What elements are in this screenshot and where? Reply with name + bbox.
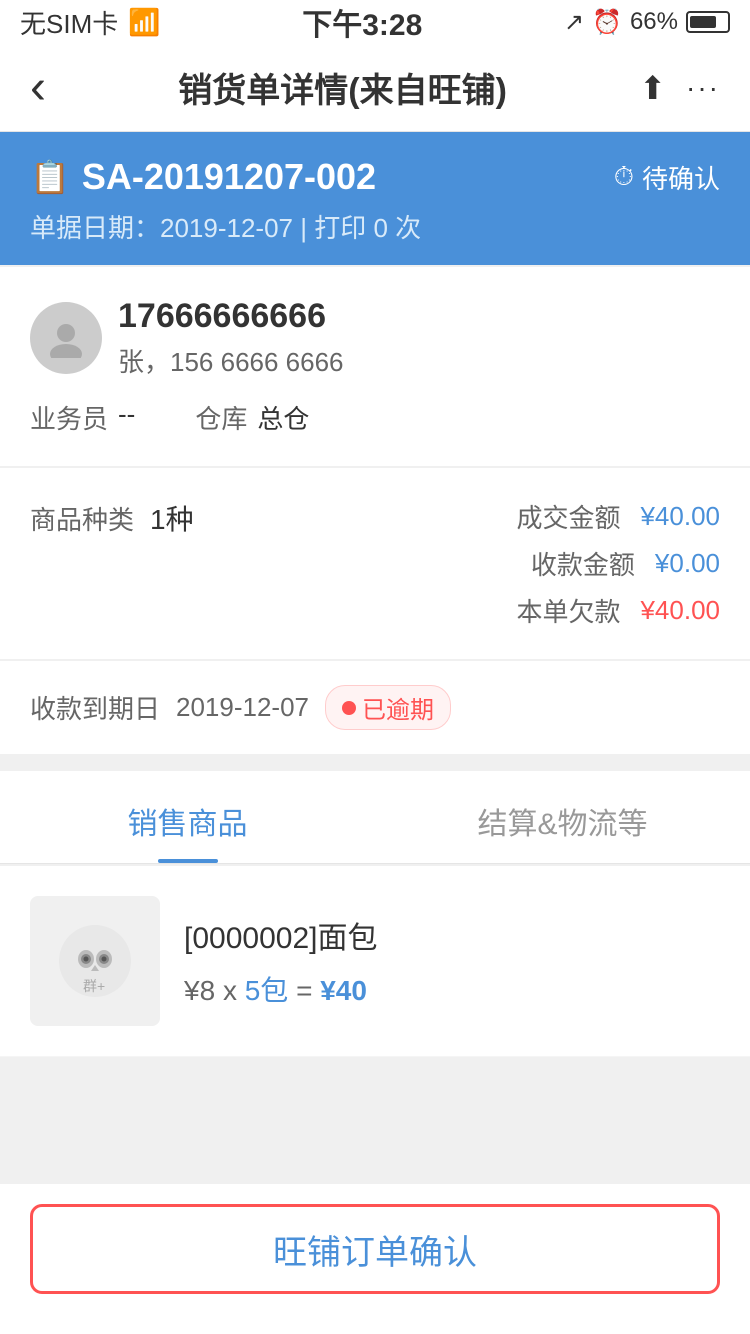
location-icon: ↗ [564, 8, 584, 37]
owed-value: ¥40.00 [640, 595, 720, 626]
tab-settlement-label: 结算&物流等 [477, 808, 647, 841]
back-button[interactable]: ‹ [30, 60, 46, 115]
multiply-icon: x [223, 975, 237, 1006]
product-item: 群+ [0000002]面包 ¥8 x 5包 = ¥40 [0, 866, 750, 1057]
tab-settlement[interactable]: 结算&物流等 [375, 771, 750, 863]
order-date-label: 单据日期： [30, 213, 160, 243]
product-section: 群+ [0000002]面包 ¥8 x 5包 = ¥40 [0, 866, 750, 1057]
bottom-bar: 旺铺订单确认 [0, 1184, 750, 1334]
order-id: 📋 SA-20191207-002 [30, 156, 376, 198]
overdue-dot-icon [342, 701, 356, 715]
battery-icon [686, 11, 730, 33]
summary-section: 商品种类 1种 成交金额 ¥40.00 收款金额 ¥0.00 本单欠款 ¥40.… [0, 468, 750, 659]
tabs-section: 销售商品 结算&物流等 [0, 771, 750, 864]
more-button[interactable]: ··· [686, 72, 720, 104]
due-date-value: 2019-12-07 [176, 692, 309, 723]
nav-right: ⬆ ··· [639, 69, 720, 107]
status-time: 下午3:28 [302, 0, 422, 44]
status-text: 待确认 [642, 159, 720, 196]
owed-label: 本单欠款 [516, 592, 620, 629]
received-label: 收款金额 [531, 545, 635, 582]
status-left: 无SIM卡 📶 [20, 4, 161, 41]
received-row: 收款金额 ¥0.00 [531, 545, 720, 582]
order-date: 单据日期：2019-12-07 | 打印 0 次 [30, 208, 720, 245]
product-type-label: 商品种类 [30, 500, 134, 537]
customer-name: 张，156 6666 6666 [118, 342, 344, 379]
equals-sign: = [296, 975, 312, 1006]
warehouse-label: 仓库 [195, 399, 247, 436]
order-header: 📋 SA-20191207-002 ⏱ 待确认 单据日期：2019-12-07 … [0, 132, 750, 265]
status-clock-icon: ⏱ [614, 161, 634, 193]
share-button[interactable]: ⬆ [639, 69, 666, 107]
product-price: ¥8 [184, 975, 215, 1006]
status-bar: 无SIM卡 📶 下午3:28 ↗ ⏰ 66% [0, 0, 750, 44]
due-date-section: 收款到期日 2019-12-07 已逾期 [0, 661, 750, 755]
carrier-text: 无SIM卡 [20, 4, 118, 41]
page-title: 销货单详情(来自旺铺) [178, 63, 507, 112]
tab-sales-label: 销售商品 [128, 808, 248, 841]
status-right: ↗ ⏰ 66% [564, 8, 730, 37]
order-id-text: SA-20191207-002 [82, 156, 376, 198]
warehouse-value: 总仓 [257, 399, 309, 436]
product-thumbnail: 群+ [30, 896, 160, 1026]
product-type-area: 商品种类 1种 [30, 498, 194, 538]
product-total: ¥40 [320, 975, 367, 1006]
overdue-text: 已逾期 [362, 690, 434, 725]
alarm-icon: ⏰ [592, 8, 622, 37]
customer-section: 17666666666 张，156 6666 6666 业务员 -- 仓库 总仓 [0, 267, 750, 466]
tab-sales-products[interactable]: 销售商品 [0, 771, 375, 863]
amount-value: ¥40.00 [640, 501, 720, 532]
customer-avatar [30, 302, 102, 374]
salesperson-item: 业务员 -- [30, 399, 135, 436]
customer-phone: 17666666666 [118, 297, 344, 336]
order-icon: 📋 [30, 158, 70, 196]
salesperson-value: -- [118, 399, 135, 436]
nav-left: ‹ [30, 60, 46, 115]
product-name: [0000002]面包 [184, 913, 720, 957]
battery-text: 66% [630, 8, 678, 36]
product-type-value: 1种 [150, 498, 194, 538]
order-date-value: 2019-12-07 [160, 213, 293, 243]
order-print-info: | 打印 0 次 [300, 213, 421, 243]
due-label: 收款到期日 [30, 689, 160, 726]
order-status: ⏱ 待确认 [614, 159, 720, 196]
received-value: ¥0.00 [655, 548, 720, 579]
owed-row: 本单欠款 ¥40.00 [516, 592, 720, 629]
wifi-icon: 📶 [128, 7, 160, 38]
tab-underline [158, 859, 218, 863]
confirm-order-button[interactable]: 旺铺订单确认 [30, 1204, 720, 1294]
salesperson-label: 业务员 [30, 399, 108, 436]
nav-bar: ‹ 销货单详情(来自旺铺) ⬆ ··· [0, 44, 750, 132]
product-info: [0000002]面包 ¥8 x 5包 = ¥40 [184, 913, 720, 1009]
product-qty: 5包 [245, 975, 289, 1006]
amount-label: 成交金额 [516, 498, 620, 535]
svg-text:群+: 群+ [83, 978, 105, 994]
product-price-row: ¥8 x 5包 = ¥40 [184, 969, 720, 1009]
overdue-badge: 已逾期 [325, 685, 451, 730]
confirm-button-label: 旺铺订单确认 [273, 1225, 477, 1274]
warehouse-item: 仓库 总仓 [195, 399, 309, 436]
amounts-area: 成交金额 ¥40.00 收款金额 ¥0.00 本单欠款 ¥40.00 [516, 498, 720, 629]
amount-row: 成交金额 ¥40.00 [516, 498, 720, 535]
